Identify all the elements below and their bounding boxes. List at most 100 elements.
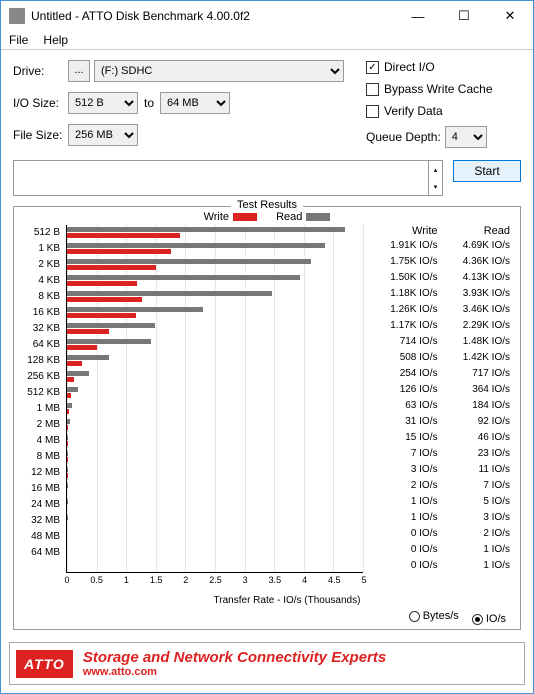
drive-browse-button[interactable]: ... [68, 60, 90, 82]
write-bar [67, 313, 136, 318]
io-row: 126 IO/s364 IO/s [369, 381, 514, 397]
io-read-cell: 3.93K IO/s [442, 288, 515, 299]
bar-row [67, 481, 363, 497]
write-bar [67, 297, 142, 302]
io-write-cell: 31 IO/s [369, 416, 442, 427]
io-row: 1 IO/s3 IO/s [369, 509, 514, 525]
menu-file[interactable]: File [9, 33, 28, 47]
io-read-cell: 1 IO/s [442, 560, 515, 571]
start-button[interactable]: Start [453, 160, 521, 182]
legend-write-label: Write [204, 211, 229, 223]
read-bar [67, 243, 325, 248]
verify-checkbox[interactable] [366, 105, 379, 118]
maximize-button[interactable]: ☐ [441, 1, 487, 31]
iosize-to-select[interactable]: 64 MB [160, 92, 230, 114]
unit-ios-radio[interactable] [472, 614, 483, 625]
bypass-checkbox[interactable] [366, 83, 379, 96]
minimize-button[interactable]: — [395, 1, 441, 31]
queuedepth-select[interactable]: 4 [445, 126, 487, 148]
y-label: 32 MB [20, 513, 60, 529]
io-write-cell: 1.75K IO/s [369, 256, 442, 267]
io-read-cell: 46 IO/s [442, 432, 515, 443]
io-write-cell: 1 IO/s [369, 496, 442, 507]
results-panel: Test Results Write Read 512 B1 KB2 KB4 K… [13, 206, 521, 630]
filesize-select[interactable]: 256 MB [68, 124, 138, 146]
io-row: 31 IO/s92 IO/s [369, 413, 514, 429]
x-tick: 2.5 [209, 575, 222, 585]
write-bar [67, 345, 97, 350]
results-title: Test Results [231, 199, 303, 211]
io-write-cell: 0 IO/s [369, 560, 442, 571]
menu-help[interactable]: Help [43, 33, 68, 47]
y-label: 8 KB [20, 289, 60, 305]
legend-write-swatch [233, 213, 257, 221]
x-tick: 1.5 [150, 575, 163, 585]
bar-row [67, 497, 363, 513]
y-label: 128 KB [20, 353, 60, 369]
footer-url[interactable]: www.atto.com [83, 666, 386, 678]
io-row: 1.18K IO/s3.93K IO/s [369, 285, 514, 301]
read-bar [67, 227, 345, 232]
unit-bytes-radio[interactable] [409, 611, 420, 622]
io-read-cell: 184 IO/s [442, 400, 515, 411]
io-row: 714 IO/s1.48K IO/s [369, 333, 514, 349]
to-label: to [144, 96, 154, 110]
io-row: 1 IO/s5 IO/s [369, 493, 514, 509]
titlebar[interactable]: Untitled - ATTO Disk Benchmark 4.00.0f2 … [1, 1, 533, 31]
x-tick: 2 [183, 575, 188, 585]
x-tick: 1 [124, 575, 129, 585]
bar-row [67, 257, 363, 273]
log-spin-up[interactable]: ▴ [428, 161, 442, 178]
io-read-cell: 7 IO/s [442, 480, 515, 491]
io-write-cell: 15 IO/s [369, 432, 442, 443]
write-bar [67, 409, 69, 414]
atto-logo: ATTO [16, 650, 73, 678]
io-row: 7 IO/s23 IO/s [369, 445, 514, 461]
log-textbox[interactable]: ▴▾ [13, 160, 443, 196]
close-button[interactable]: ✕ [487, 1, 533, 31]
bar-row [67, 225, 363, 241]
io-read-cell: 4.69K IO/s [442, 240, 515, 251]
y-label: 8 MB [20, 449, 60, 465]
x-tick: 5 [361, 575, 366, 585]
io-write-cell: 0 IO/s [369, 528, 442, 539]
read-bar [67, 339, 151, 344]
io-table: Write Read 1.91K IO/s4.69K IO/s1.75K IO/… [369, 225, 514, 573]
directio-label: Direct I/O [384, 60, 435, 74]
y-label: 64 MB [20, 545, 60, 561]
unit-bytes-label: Bytes/s [423, 610, 459, 622]
y-label: 1 MB [20, 401, 60, 417]
bar-row [67, 321, 363, 337]
io-row: 1.26K IO/s3.46K IO/s [369, 301, 514, 317]
bar-row [67, 305, 363, 321]
verify-label: Verify Data [384, 104, 443, 118]
write-bar [67, 377, 74, 382]
directio-checkbox[interactable]: ✓ [366, 61, 379, 74]
read-bar [67, 307, 203, 312]
io-write-cell: 0 IO/s [369, 544, 442, 555]
footer-title: Storage and Network Connectivity Experts [83, 649, 386, 666]
io-read-cell: 717 IO/s [442, 368, 515, 379]
bar-row [67, 513, 363, 529]
io-read-cell: 1 IO/s [442, 544, 515, 555]
io-row: 1.91K IO/s4.69K IO/s [369, 237, 514, 253]
read-bar [67, 403, 72, 408]
io-read-cell: 2.29K IO/s [442, 320, 515, 331]
bar-row [67, 401, 363, 417]
io-row: 508 IO/s1.42K IO/s [369, 349, 514, 365]
chart-x-axis: 00.511.522.533.544.55 [20, 575, 514, 585]
io-write-cell: 1 IO/s [369, 512, 442, 523]
bar-row [67, 289, 363, 305]
io-read-cell: 4.13K IO/s [442, 272, 515, 283]
write-bar [67, 265, 156, 270]
window-title: Untitled - ATTO Disk Benchmark 4.00.0f2 [31, 9, 395, 23]
drive-select[interactable]: (F:) SDHC [94, 60, 344, 82]
y-label: 4 MB [20, 433, 60, 449]
log-spin-down[interactable]: ▾ [428, 178, 442, 195]
write-bar [67, 393, 71, 398]
y-label: 48 MB [20, 529, 60, 545]
io-write-cell: 1.26K IO/s [369, 304, 442, 315]
iosize-from-select[interactable]: 512 B [68, 92, 138, 114]
io-write-cell: 714 IO/s [369, 336, 442, 347]
queuedepth-label: Queue Depth: [366, 130, 441, 144]
